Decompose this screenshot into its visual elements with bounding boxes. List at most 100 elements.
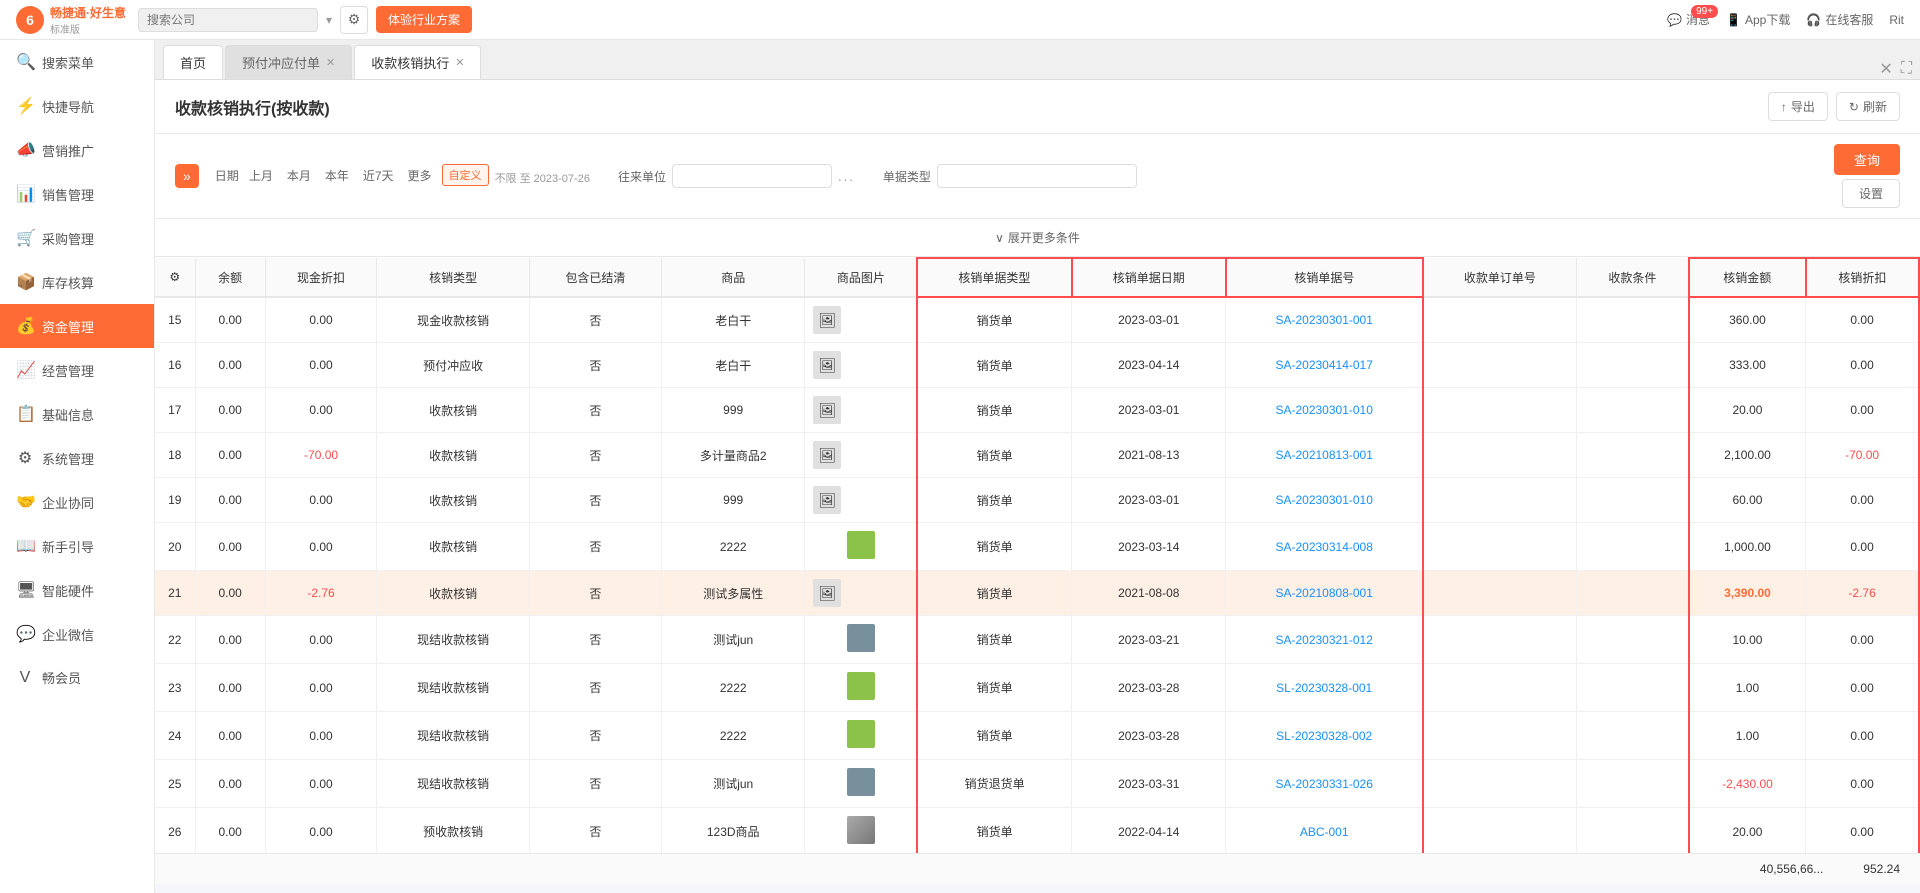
cancel-no-link[interactable]: SL-20230328-001: [1276, 681, 1372, 695]
sidebar-item-search[interactable]: 🔍 搜索菜单: [0, 40, 154, 84]
cell-cancel-doc-type: 销货单: [917, 388, 1071, 433]
sidebar-item-management[interactable]: 📈 经营管理: [0, 348, 154, 392]
sidebar-item-member[interactable]: V 畅会员: [0, 656, 154, 699]
cell-receipt-condition: [1576, 478, 1688, 523]
total-discount-value: 952.24: [1863, 862, 1900, 876]
cell-cancel-no: SA-20230301-001: [1226, 297, 1423, 343]
tab-bar-expand-icon[interactable]: ⛶: [1901, 60, 1912, 78]
sidebar-item-wechat[interactable]: 💬 企业微信: [0, 612, 154, 656]
col-settings[interactable]: ⚙: [155, 258, 195, 297]
table-header-row: ⚙ 余额 现金折扣 核销类型 包含已结清 商品 商品图片 核销单据类型 核销单据…: [155, 258, 1919, 297]
sidebar-item-finance[interactable]: 💰 资金管理: [0, 304, 154, 348]
tab-collection-close[interactable]: ✕: [455, 56, 464, 69]
cell-cancel-type: 现结收款核销: [377, 760, 530, 808]
date-opt-more[interactable]: 更多: [404, 165, 436, 186]
cell-include-settled: 否: [529, 571, 661, 616]
dropdown-icon: ▾: [326, 13, 332, 27]
cancel-no-link[interactable]: ABC-001: [1300, 825, 1349, 839]
cancel-no-link[interactable]: SL-20230328-002: [1276, 729, 1372, 743]
cell-cancel-no: SA-20230321-012: [1226, 616, 1423, 664]
cell-goods: 测试jun: [661, 616, 804, 664]
date-opt-last-month[interactable]: 上月: [245, 165, 277, 186]
sidebar-item-purchase[interactable]: 🛒 采购管理: [0, 216, 154, 260]
cancel-no-link[interactable]: SA-20230301-001: [1275, 313, 1372, 327]
date-opt-this-year[interactable]: 本年: [321, 165, 353, 186]
cell-receipt-condition: [1576, 664, 1688, 712]
table-footer: 40,556,66... 952.24: [155, 853, 1920, 884]
cancel-no-link[interactable]: SA-20230301-010: [1275, 493, 1372, 507]
page-title: 收款核销执行(按收款): [175, 95, 330, 119]
sidebar-item-enterprise[interactable]: 🤝 企业协同: [0, 480, 154, 524]
date-custom-btn[interactable]: 自定义: [442, 164, 489, 186]
sidebar-item-inventory[interactable]: 📦 库存核算: [0, 260, 154, 304]
table-scroll[interactable]: ⚙ 余额 现金折扣 核销类型 包含已结清 商品 商品图片 核销单据类型 核销单据…: [155, 257, 1920, 853]
cell-id: 17: [155, 388, 195, 433]
cell-goods-image: [805, 760, 917, 808]
user-label[interactable]: Rit: [1889, 13, 1904, 27]
cancel-no-link[interactable]: SA-20230331-026: [1275, 777, 1372, 791]
gear-button[interactable]: ⚙: [340, 6, 368, 34]
cancel-no-link[interactable]: SA-20230301-010: [1275, 403, 1372, 417]
sidebar-item-label: 基础信息: [42, 405, 94, 424]
cancel-no-link[interactable]: SA-20210808-001: [1275, 586, 1372, 600]
cell-include-settled: 否: [529, 664, 661, 712]
doc-type-select[interactable]: [937, 164, 1137, 188]
refresh-button[interactable]: ↻ 刷新: [1836, 92, 1900, 121]
cancel-no-link[interactable]: SA-20230321-012: [1275, 633, 1372, 647]
cell-id: 16: [155, 343, 195, 388]
date-opt-this-month[interactable]: 本月: [283, 165, 315, 186]
date-filter-group: 日期 上月 本月 本年 近7天 更多 自定义 不限 至 2023-07-26: [215, 164, 590, 186]
cell-id: 19: [155, 478, 195, 523]
brand-info: 畅捷通·好生意 标准版: [50, 4, 126, 36]
message-badge: 99+: [1691, 5, 1718, 18]
tab-bar-close-icon[interactable]: ✕: [1879, 59, 1892, 79]
basic-info-icon: 📋: [16, 404, 34, 424]
cell-cancel-no: SA-20210813-001: [1226, 433, 1423, 478]
total-amount-value: 40,556,66...: [1760, 862, 1823, 876]
filter-row: » 日期 上月 本月 本年 近7天 更多 自定义 不限: [175, 144, 1900, 208]
sidebar-item-hardware[interactable]: 🖥 智能硬件: [0, 568, 154, 612]
system-icon: ⚙: [16, 448, 34, 468]
sidebar-item-basic-info[interactable]: 📋 基础信息: [0, 392, 154, 436]
col-cancel-discount: 核销折扣: [1806, 258, 1919, 297]
app-download-button[interactable]: 📱 App下载: [1726, 11, 1790, 28]
col-include-settled: 包含已结清: [529, 258, 661, 297]
cell-cancel-amount: 333.00: [1689, 343, 1806, 388]
search-company-input[interactable]: [138, 8, 318, 32]
setting-button[interactable]: 设置: [1842, 179, 1900, 208]
tab-prepay[interactable]: 预付冲应付单 ✕: [225, 45, 352, 79]
query-button[interactable]: 查询: [1834, 144, 1900, 175]
sidebar-item-guide[interactable]: 📖 新手引导: [0, 524, 154, 568]
cell-cancel-type: 现金收款核销: [377, 297, 530, 343]
cancel-no-link[interactable]: SA-20210813-001: [1275, 448, 1372, 462]
export-button[interactable]: ↑ 导出: [1768, 92, 1828, 121]
tab-prepay-close[interactable]: ✕: [326, 56, 335, 69]
filter-toggle-button[interactable]: »: [175, 164, 199, 188]
cancel-no-link[interactable]: SA-20230314-008: [1275, 540, 1372, 554]
date-range-value: 不限 至 2023-07-26: [495, 170, 590, 186]
sidebar-item-label: 销售管理: [42, 185, 94, 204]
cancel-no-link[interactable]: SA-20230414-017: [1275, 358, 1372, 372]
cell-receipt-order-no: [1423, 571, 1576, 616]
tab-home[interactable]: 首页: [163, 45, 223, 79]
cell-receipt-order-no: [1423, 712, 1576, 760]
industry-button[interactable]: 体验行业方案: [376, 6, 472, 33]
marketing-icon: 📣: [16, 140, 34, 160]
sidebar-item-label: 库存核算: [42, 273, 94, 292]
cell-balance: 0.00: [195, 616, 265, 664]
cell-cancel-discount: 0.00: [1806, 712, 1919, 760]
sidebar-item-sales[interactable]: 📊 销售管理: [0, 172, 154, 216]
sidebar-item-system[interactable]: ⚙ 系统管理: [0, 436, 154, 480]
sidebar-item-marketing[interactable]: 📣 营销推广: [0, 128, 154, 172]
from-unit-input[interactable]: [672, 164, 832, 188]
expand-more-button[interactable]: ∨ 展开更多条件: [995, 223, 1080, 252]
cell-balance: 0.00: [195, 712, 265, 760]
cell-include-settled: 否: [529, 388, 661, 433]
cell-balance: 0.00: [195, 297, 265, 343]
tab-collection[interactable]: 收款核销执行 ✕: [354, 45, 481, 79]
cell-balance: 0.00: [195, 478, 265, 523]
online-service-button[interactable]: 🎧 在线客服: [1806, 11, 1873, 28]
sidebar-item-quick-nav[interactable]: ⚡ 快捷导航: [0, 84, 154, 128]
date-opt-7days[interactable]: 近7天: [359, 165, 398, 186]
message-button[interactable]: 💬 消息 99+: [1667, 11, 1710, 28]
